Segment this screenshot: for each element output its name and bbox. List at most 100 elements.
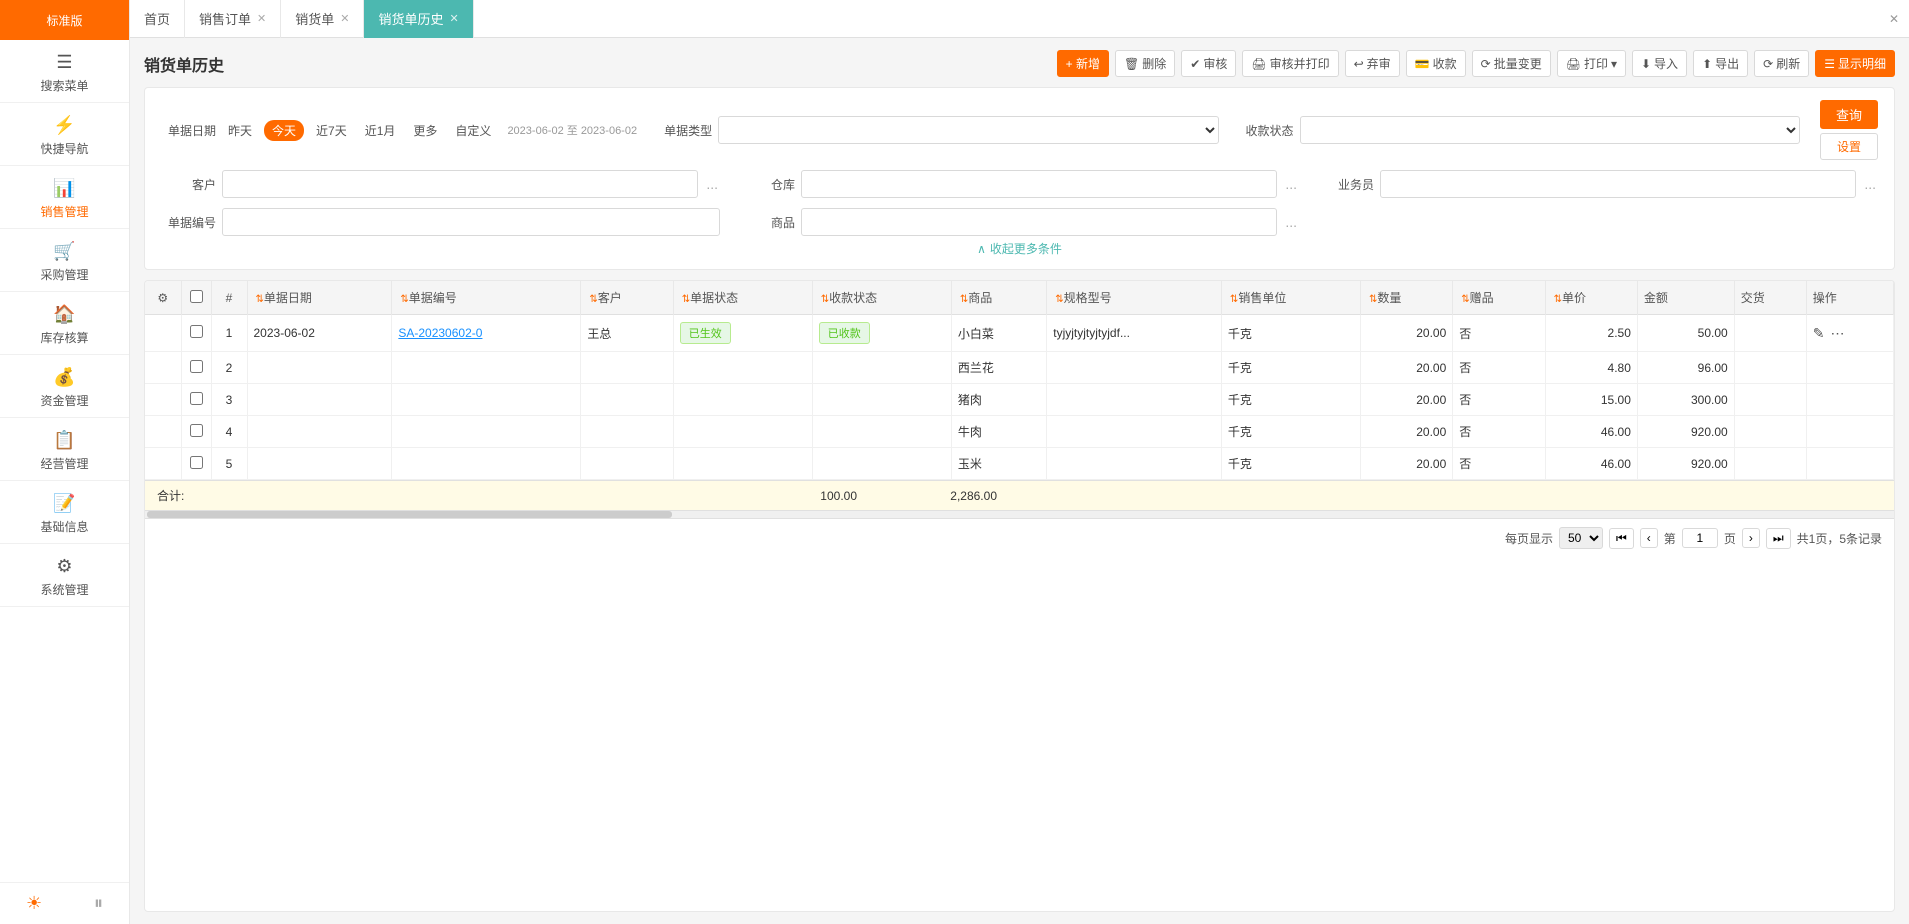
audit-print-button[interactable]: 🖨 审核并打印 (1242, 50, 1338, 77)
table-header-row: ⚙ # ⇅单据日期 ⇅单据编号 ⇅客户 ⇅单据状态 ⇅收款状态 ⇅商品 ⇅规格型… (145, 281, 1894, 315)
row-doc-no[interactable] (392, 448, 581, 480)
sidebar-item-finance[interactable]: 💰 资金管理 (0, 355, 129, 418)
tab-home[interactable]: 首页 (130, 0, 185, 38)
sidebar-item-label: 销售管理 (40, 203, 88, 220)
date-btn-custom[interactable]: 自定义 (449, 120, 497, 141)
col-header-doc-no[interactable]: ⇅单据编号 (392, 281, 581, 315)
row-quantity: 20.00 (1360, 384, 1452, 416)
filter-warehouse-item: 仓库 ... (740, 170, 1299, 198)
warehouse-label: 仓库 (740, 176, 795, 193)
date-btn-today[interactable]: 今天 (264, 120, 304, 141)
per-page-select[interactable]: 50 (1559, 527, 1603, 549)
row-checkbox[interactable] (190, 325, 203, 338)
date-btn-7days[interactable]: 近7天 (310, 120, 353, 141)
tab-sales-history[interactable]: 销货单历史 ✕ (364, 0, 473, 38)
print-button[interactable]: 🖨 打印 ▾ (1557, 50, 1626, 77)
goods-ellipsis-btn[interactable]: ... (1283, 214, 1299, 230)
tab-sales-history-close[interactable]: ✕ (450, 12, 459, 25)
sidebar-item-purchase-mgmt[interactable]: 🛒 采购管理 (0, 229, 129, 292)
goods-input[interactable] (801, 208, 1277, 236)
col-header-check[interactable] (181, 281, 211, 315)
row-checkbox[interactable] (190, 424, 203, 437)
sidebar-item-inventory[interactable]: 🏠 库存核算 (0, 292, 129, 355)
col-header-goods[interactable]: ⇅商品 (951, 281, 1046, 315)
abandon-button[interactable]: ↩ 弃审 (1345, 50, 1400, 77)
col-header-collect-status[interactable]: ⇅收款状态 (812, 281, 951, 315)
customer-input[interactable] (222, 170, 698, 198)
row-check[interactable] (181, 352, 211, 384)
warehouse-input[interactable] (801, 170, 1277, 198)
row-checkbox[interactable] (190, 456, 203, 469)
warehouse-ellipsis-btn[interactable]: ... (1283, 176, 1299, 192)
sidebar-item-ops-mgmt[interactable]: 📋 经营管理 (0, 418, 129, 481)
col-header-gear[interactable]: ⚙ (145, 281, 181, 315)
first-page-button[interactable]: ⏮ (1609, 528, 1634, 549)
customer-ellipsis-btn[interactable]: ... (704, 176, 720, 192)
col-header-gift[interactable]: ⇅赠品 (1453, 281, 1545, 315)
tab-sales-goods-close[interactable]: ✕ (340, 12, 349, 25)
collect-status-select[interactable] (1300, 116, 1800, 144)
query-button[interactable]: 查询 (1820, 100, 1878, 129)
tab-sales-order[interactable]: 销售订单 ✕ (185, 0, 281, 38)
edit-icon[interactable]: ✎ (1813, 325, 1825, 342)
date-btn-more[interactable]: 更多 (407, 120, 443, 141)
prev-page-button[interactable]: ‹ (1640, 528, 1658, 548)
row-doc-no[interactable] (392, 384, 581, 416)
show-detail-button[interactable]: ☰ 显示明细 (1815, 50, 1895, 77)
row-action (1806, 448, 1893, 480)
row-doc-no[interactable] (392, 352, 581, 384)
table-row: 2 西兰花 千克 20.00 否 4.80 96.00 (145, 352, 1894, 384)
settings-button[interactable]: 设置 (1820, 133, 1878, 160)
row-check[interactable] (181, 315, 211, 352)
sidebar-item-sales-mgmt[interactable]: 📊 销售管理 (0, 166, 129, 229)
filter-collapse[interactable]: ∧ 收起更多条件 (161, 240, 1878, 257)
ops-mgmt-icon: 📋 (53, 430, 75, 451)
salesperson-ellipsis-btn[interactable]: ... (1862, 176, 1878, 192)
col-header-doc-date[interactable]: ⇅单据日期 (247, 281, 392, 315)
sidebar-item-sys-mgmt[interactable]: ⚙ 系统管理 (0, 544, 129, 607)
batch-change-button[interactable]: ⟳ 批量变更 (1472, 50, 1551, 77)
row-doc-no[interactable]: SA-20230602-0 (392, 315, 581, 352)
docno-input[interactable] (222, 208, 720, 236)
row-check[interactable] (181, 448, 211, 480)
collect-button[interactable]: 💳 收款 (1406, 50, 1466, 77)
row-check[interactable] (181, 416, 211, 448)
salesperson-input[interactable] (1380, 170, 1856, 198)
row-doc-no[interactable] (392, 416, 581, 448)
new-button[interactable]: + 新增 (1057, 50, 1109, 77)
tab-sales-order-close[interactable]: ✕ (257, 12, 266, 25)
row-checkbox[interactable] (190, 392, 203, 405)
col-header-sales-unit[interactable]: ⇅销售单位 (1221, 281, 1360, 315)
tab-sales-goods[interactable]: 销货单 ✕ (281, 0, 364, 38)
delete-button[interactable]: 🗑 删除 (1115, 50, 1175, 77)
table-scroll[interactable]: ⚙ # ⇅单据日期 ⇅单据编号 ⇅客户 ⇅单据状态 ⇅收款状态 ⇅商品 ⇅规格型… (145, 281, 1894, 480)
export-button[interactable]: ⬆ 导出 (1693, 50, 1748, 77)
row-transaction (1734, 384, 1806, 416)
import-button[interactable]: ⬇ 导入 (1632, 50, 1687, 77)
sidebar-item-quick-nav[interactable]: ⚡ 快捷导航 (0, 103, 129, 166)
sidebar-bottom-icon1[interactable]: ☀ (26, 893, 42, 914)
audit-button[interactable]: ✔ 审核 (1181, 50, 1236, 77)
next-page-button[interactable]: › (1742, 528, 1760, 548)
doc-type-select[interactable] (718, 116, 1218, 144)
sidebar-bottom-icon2[interactable]: ⏸ (94, 893, 103, 914)
row-customer (581, 384, 673, 416)
doc-no-link[interactable]: SA-20230602-0 (398, 326, 482, 340)
row-check[interactable] (181, 384, 211, 416)
row-checkbox[interactable] (190, 360, 203, 373)
select-all-checkbox[interactable] (190, 290, 203, 303)
sidebar-item-search-menu[interactable]: ☰ 搜索菜单 (0, 40, 129, 103)
col-header-spec[interactable]: ⇅规格型号 (1047, 281, 1222, 315)
page-number-input[interactable] (1682, 528, 1718, 548)
window-close-icon[interactable]: ✕ (1889, 12, 1899, 26)
refresh-button[interactable]: ⟳ 刷新 (1754, 50, 1809, 77)
sidebar-item-basic-info[interactable]: 📝 基础信息 (0, 481, 129, 544)
date-btn-1month[interactable]: 近1月 (359, 120, 402, 141)
col-header-unit-price[interactable]: ⇅单价 (1545, 281, 1637, 315)
date-btn-yesterday[interactable]: 昨天 (222, 120, 258, 141)
col-header-customer[interactable]: ⇅客户 (581, 281, 673, 315)
col-header-quantity[interactable]: ⇅数量 (1360, 281, 1452, 315)
col-header-doc-status[interactable]: ⇅单据状态 (673, 281, 812, 315)
last-page-button[interactable]: ⏭ (1766, 528, 1791, 549)
more-icon[interactable]: ⋯ (1831, 325, 1845, 342)
